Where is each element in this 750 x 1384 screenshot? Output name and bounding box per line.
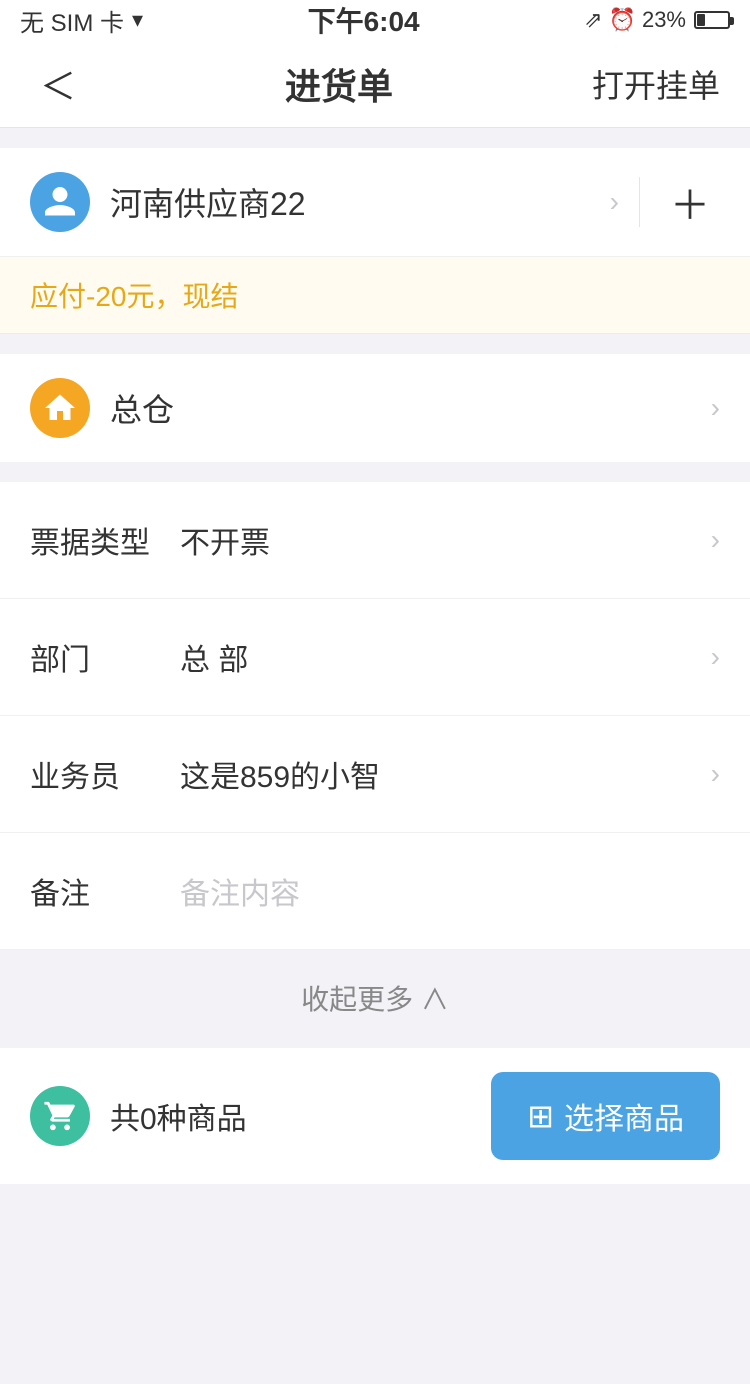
notice-banner: 应付-20元，现结 <box>0 257 750 334</box>
department-label: 部门 <box>30 635 160 679</box>
warehouse-row[interactable]: 总仓 › <box>0 354 750 462</box>
salesperson-label: 业务员 <box>30 752 160 796</box>
open-pending-button[interactable]: 打开挂单 <box>592 61 720 107</box>
cart-icon <box>43 1099 77 1133</box>
status-left: 无 SIM 卡 ▾ <box>20 3 143 38</box>
add-supplier-button[interactable]: ＋ <box>660 173 720 231</box>
person-icon <box>42 184 78 220</box>
carrier-label: 无 SIM 卡 <box>20 3 124 38</box>
battery-fill <box>697 14 705 26</box>
warehouse-divider <box>0 334 750 354</box>
warehouse-chevron-icon: › <box>711 392 720 424</box>
notice-text: 应付-20元，现结 <box>30 281 238 312</box>
remark-row: 备注 备注内容 <box>0 833 750 950</box>
salesperson-chevron-icon: › <box>711 758 720 790</box>
supplier-name: 河南供应商22 <box>110 179 590 225</box>
department-chevron-icon: › <box>711 641 720 673</box>
battery-icon <box>694 11 730 29</box>
invoice-type-label: 票据类型 <box>30 518 160 562</box>
nav-bar: ＜ 进货单 打开挂单 <box>0 40 750 128</box>
back-button[interactable]: ＜ <box>30 48 86 120</box>
department-value: 总 部 <box>160 635 711 679</box>
alarm-icon: ⏰ <box>609 7 636 33</box>
wifi-icon: ▾ <box>132 7 143 33</box>
salesperson-row[interactable]: 业务员 这是859的小智 › <box>0 716 750 833</box>
status-bar: 无 SIM 卡 ▾ 下午6:04 ⇗ ⏰ 23% <box>0 0 750 40</box>
collapse-label: 收起更多 ∧ <box>301 978 449 1018</box>
collapse-bar[interactable]: 收起更多 ∧ <box>0 950 750 1046</box>
salesperson-value: 这是859的小智 <box>160 752 711 796</box>
warehouse-section: 总仓 › <box>0 354 750 462</box>
invoice-type-row[interactable]: 票据类型 不开票 › <box>0 482 750 599</box>
department-row[interactable]: 部门 总 部 › <box>0 599 750 716</box>
invoice-type-chevron-icon: › <box>711 524 720 556</box>
battery-percent: 23% <box>642 7 686 33</box>
select-product-label: 选择商品 <box>564 1094 684 1138</box>
supplier-section: 河南供应商22 › ＋ 应付-20元，现结 <box>0 148 750 334</box>
supplier-avatar <box>30 172 90 232</box>
status-right: ⇗ ⏰ 23% <box>584 7 730 33</box>
page-title: 进货单 <box>285 58 393 110</box>
select-product-button[interactable]: ⊞ 选择商品 <box>491 1072 720 1160</box>
supplier-chevron-icon: › <box>610 186 619 218</box>
status-time: 下午6:04 <box>308 0 420 40</box>
invoice-type-value: 不开票 <box>160 518 711 562</box>
warehouse-name: 总仓 <box>110 385 691 431</box>
remark-input[interactable]: 备注内容 <box>160 869 720 913</box>
bottom-bar: 共0种商品 ⊞ 选择商品 <box>0 1048 750 1184</box>
page-background <box>0 1184 750 1384</box>
vertical-divider <box>639 177 640 227</box>
form-section: 票据类型 不开票 › 部门 总 部 › 业务员 这是859的小智 › 备注 备注… <box>0 482 750 950</box>
top-divider <box>0 128 750 148</box>
home-icon <box>42 390 78 426</box>
select-product-icon: ⊞ <box>527 1097 554 1135</box>
product-icon <box>30 1086 90 1146</box>
warehouse-icon <box>30 378 90 438</box>
supplier-row[interactable]: 河南供应商22 › ＋ <box>0 148 750 257</box>
location-icon: ⇗ <box>584 7 602 33</box>
remark-label: 备注 <box>30 869 160 913</box>
product-count: 共0种商品 <box>110 1094 471 1138</box>
